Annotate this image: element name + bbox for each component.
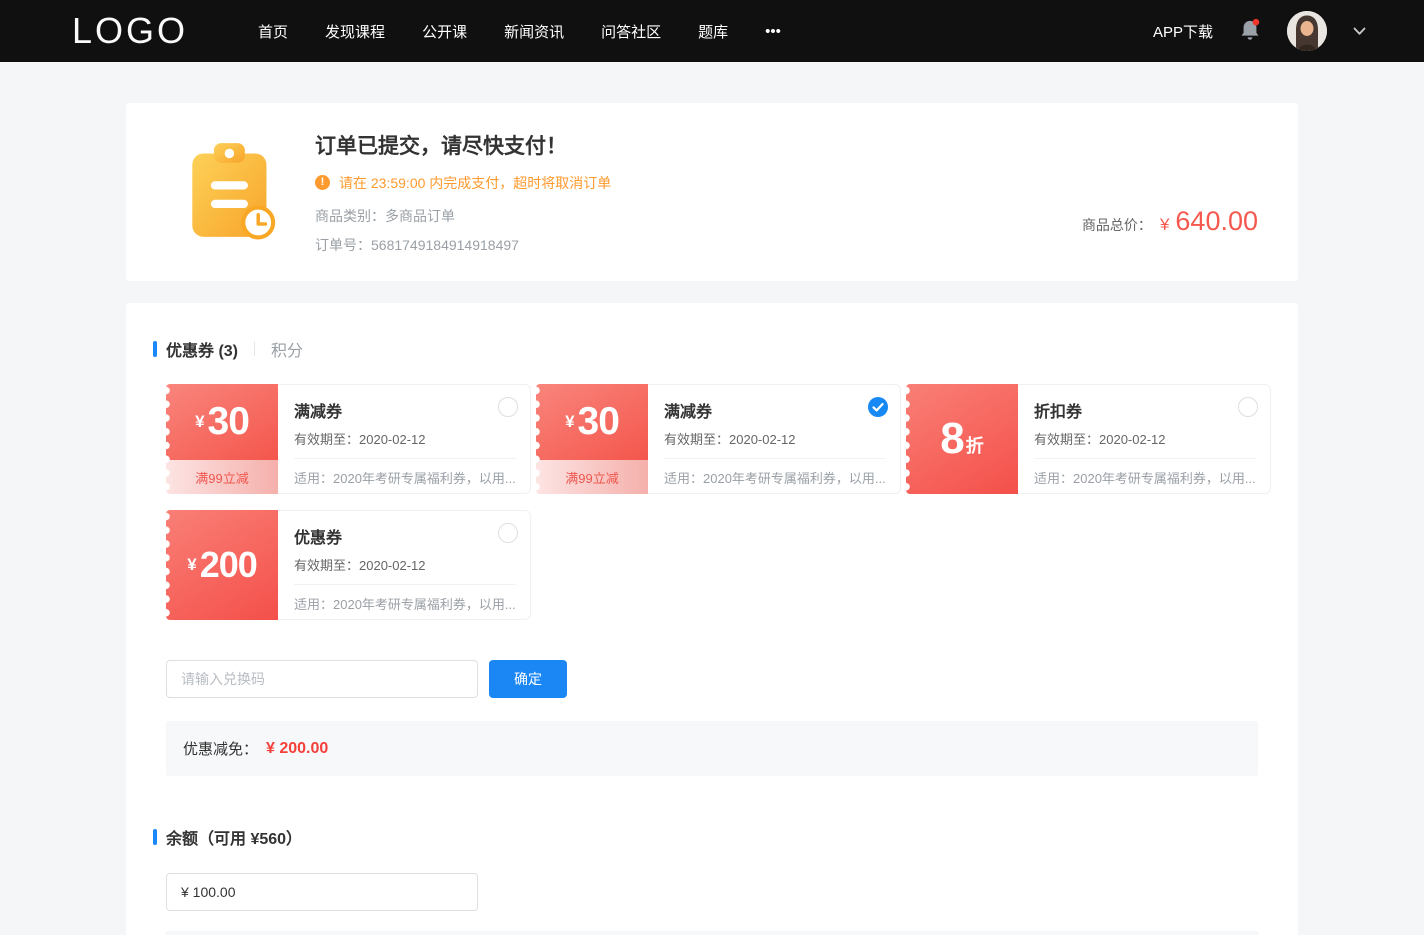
order-number-row: 订单号：5681749184914918497 (315, 235, 611, 255)
coupon-amount: 30 (578, 400, 619, 444)
coupon-stub: ¥30 满99立减 (166, 384, 278, 494)
coupon-expiry: 有效期至：2020-02-12 (294, 429, 516, 459)
coupon-title: 折扣券 (1034, 398, 1256, 422)
category-value: 多商品订单 (385, 208, 455, 224)
coupon-card-200-voucher[interactable]: ¥200 优惠券 有效期至：2020-02-12 适用：2020年考研专属福利券… (166, 510, 520, 620)
coupon-title: 满减券 (664, 398, 886, 422)
order-category-row: 商品类别：多商品订单 (315, 206, 611, 226)
nav-item-more-ellipsis[interactable]: ••• (765, 23, 781, 40)
nav-links: 首页 发现课程 公开课 新闻资讯 问答社区 题库 ••• (258, 21, 781, 42)
clipboard-clock-icon (186, 138, 281, 246)
total-currency-symbol: ¥ (1160, 215, 1169, 235)
coupon-condition-badge: 满99立减 (536, 460, 648, 494)
discount-summary-row: 优惠减免： ¥ 200.00 (166, 721, 1258, 776)
notification-bell-icon[interactable] (1239, 20, 1261, 42)
nav-item-qa-community[interactable]: 问答社区 (601, 21, 661, 42)
partially-visible-summary-row (166, 931, 1258, 935)
coupon-amount: 200 (200, 544, 257, 586)
coupon-expiry: 有效期至：2020-02-12 (294, 555, 516, 585)
order-banner-text: 订单已提交，请尽快支付！ ! 请在 23:59:00 内完成支付，超时将取消订单… (315, 130, 611, 255)
coupon-title: 优惠券 (294, 524, 516, 548)
discount-label: 优惠减免： (183, 738, 258, 759)
coupon-card-30-full-reduction-selected[interactable]: ¥30 满99立减 满减券 有效期至：2020-02-12 适用：2020年考研… (536, 384, 890, 494)
coupon-radio-unchecked[interactable] (498, 523, 518, 543)
discount-value: ¥ 200.00 (266, 740, 328, 758)
coupon-stub: ¥30 满99立减 (536, 384, 648, 494)
order-no-value: 5681749184914918497 (371, 237, 519, 253)
logo[interactable]: LOGO (72, 10, 188, 52)
coupon-amount: 8 (940, 414, 963, 464)
app-download-link[interactable]: APP下载 (1153, 21, 1213, 42)
category-label: 商品类别： (315, 208, 385, 224)
order-submitted-banner: 订单已提交，请尽快支付！ ! 请在 23:59:00 内完成支付，超时将取消订单… (126, 103, 1298, 281)
coupon-card-80-percent-discount[interactable]: 8折 折扣券 有效期至：2020-02-12 适用：2020年考研专属福利券，以… (906, 384, 1260, 494)
balance-section-header: 余额（可用 ¥560） (153, 825, 1258, 849)
tab-points[interactable]: 积分 (271, 337, 303, 361)
coupon-condition-badge: 满99立减 (166, 460, 278, 494)
coupon-details: 满减券 有效期至：2020-02-12 适用：2020年考研专属福利券，以用..… (278, 384, 531, 494)
redeem-code-row: 确定 (166, 660, 1258, 698)
redeem-code-input[interactable] (166, 660, 478, 698)
coupon-radio-unchecked[interactable] (1238, 397, 1258, 417)
coupon-stub: 8折 (906, 384, 1018, 494)
section-accent-bar (153, 829, 157, 845)
tab-divider (254, 342, 255, 356)
coupon-details: 优惠券 有效期至：2020-02-12 适用：2020年考研专属福利券，以用..… (278, 510, 531, 620)
balance-amount-input[interactable] (166, 873, 478, 911)
order-no-label: 订单号： (315, 237, 371, 253)
coupon-scope: 适用：2020年考研专属福利券，以用... (294, 459, 516, 487)
order-submitted-title: 订单已提交，请尽快支付！ (315, 130, 611, 160)
coupon-currency: ¥ (565, 412, 574, 432)
warning-icon: ! (315, 175, 330, 190)
balance-title: 余额（可用 ¥560） (166, 825, 302, 849)
nav-item-discover-courses[interactable]: 发现课程 (325, 21, 385, 42)
payment-options-card: 优惠券 (3) 积分 ¥30 满99立减 满减券 有效期至：2020-02-12… (126, 303, 1298, 935)
coupon-expiry: 有效期至：2020-02-12 (664, 429, 886, 459)
coupon-details: 满减券 有效期至：2020-02-12 适用：2020年考研专属福利券，以用..… (648, 384, 901, 494)
coupon-title: 满减券 (294, 398, 516, 422)
coupon-expiry: 有效期至：2020-02-12 (1034, 429, 1256, 459)
chevron-down-icon[interactable] (1353, 27, 1366, 36)
coupon-section-header: 优惠券 (3) 积分 (153, 337, 1258, 361)
coupon-grid: ¥30 满99立减 满减券 有效期至：2020-02-12 适用：2020年考研… (166, 384, 1258, 620)
coupon-card-30-full-reduction[interactable]: ¥30 满99立减 满减券 有效期至：2020-02-12 适用：2020年考研… (166, 384, 520, 494)
nav-item-open-courses[interactable]: 公开课 (422, 21, 467, 42)
total-price-label: 商品总价： (1082, 215, 1152, 235)
coupon-currency: ¥ (187, 555, 196, 575)
coupon-radio-checked-icon[interactable] (868, 397, 888, 417)
order-total-price: 商品总价： ¥ 640.00 (1082, 206, 1258, 237)
coupon-amount: 30 (208, 400, 249, 444)
coupon-scope: 适用：2020年考研专属福利券，以用... (294, 585, 516, 613)
confirm-button[interactable]: 确定 (489, 660, 567, 698)
coupon-details: 折扣券 有效期至：2020-02-12 适用：2020年考研专属福利券，以用..… (1018, 384, 1271, 494)
nav-right-cluster: APP下载 (1153, 11, 1366, 51)
user-avatar[interactable] (1287, 11, 1327, 51)
coupon-scope: 适用：2020年考研专属福利券，以用... (664, 459, 886, 487)
coupon-radio-unchecked[interactable] (498, 397, 518, 417)
coupon-scope: 适用：2020年考研专属福利券，以用... (1034, 459, 1256, 487)
nav-item-question-bank[interactable]: 题库 (698, 21, 728, 42)
total-amount: 640.00 (1175, 206, 1258, 237)
coupon-unit: 折 (966, 432, 984, 458)
section-accent-bar (153, 341, 157, 357)
coupon-currency: ¥ (195, 412, 204, 432)
nav-item-home[interactable]: 首页 (258, 21, 288, 42)
nav-item-news[interactable]: 新闻资讯 (504, 21, 564, 42)
deadline-notice-text: 请在 23:59:00 内完成支付，超时将取消订单 (339, 173, 611, 193)
coupon-stub: ¥200 (166, 510, 278, 620)
top-navigation-bar: LOGO 首页 发现课程 公开课 新闻资讯 问答社区 题库 ••• APP下载 (0, 0, 1424, 62)
tab-coupons[interactable]: 优惠券 (3) (166, 337, 238, 361)
payment-deadline-warning: ! 请在 23:59:00 内完成支付，超时将取消订单 (315, 173, 611, 193)
